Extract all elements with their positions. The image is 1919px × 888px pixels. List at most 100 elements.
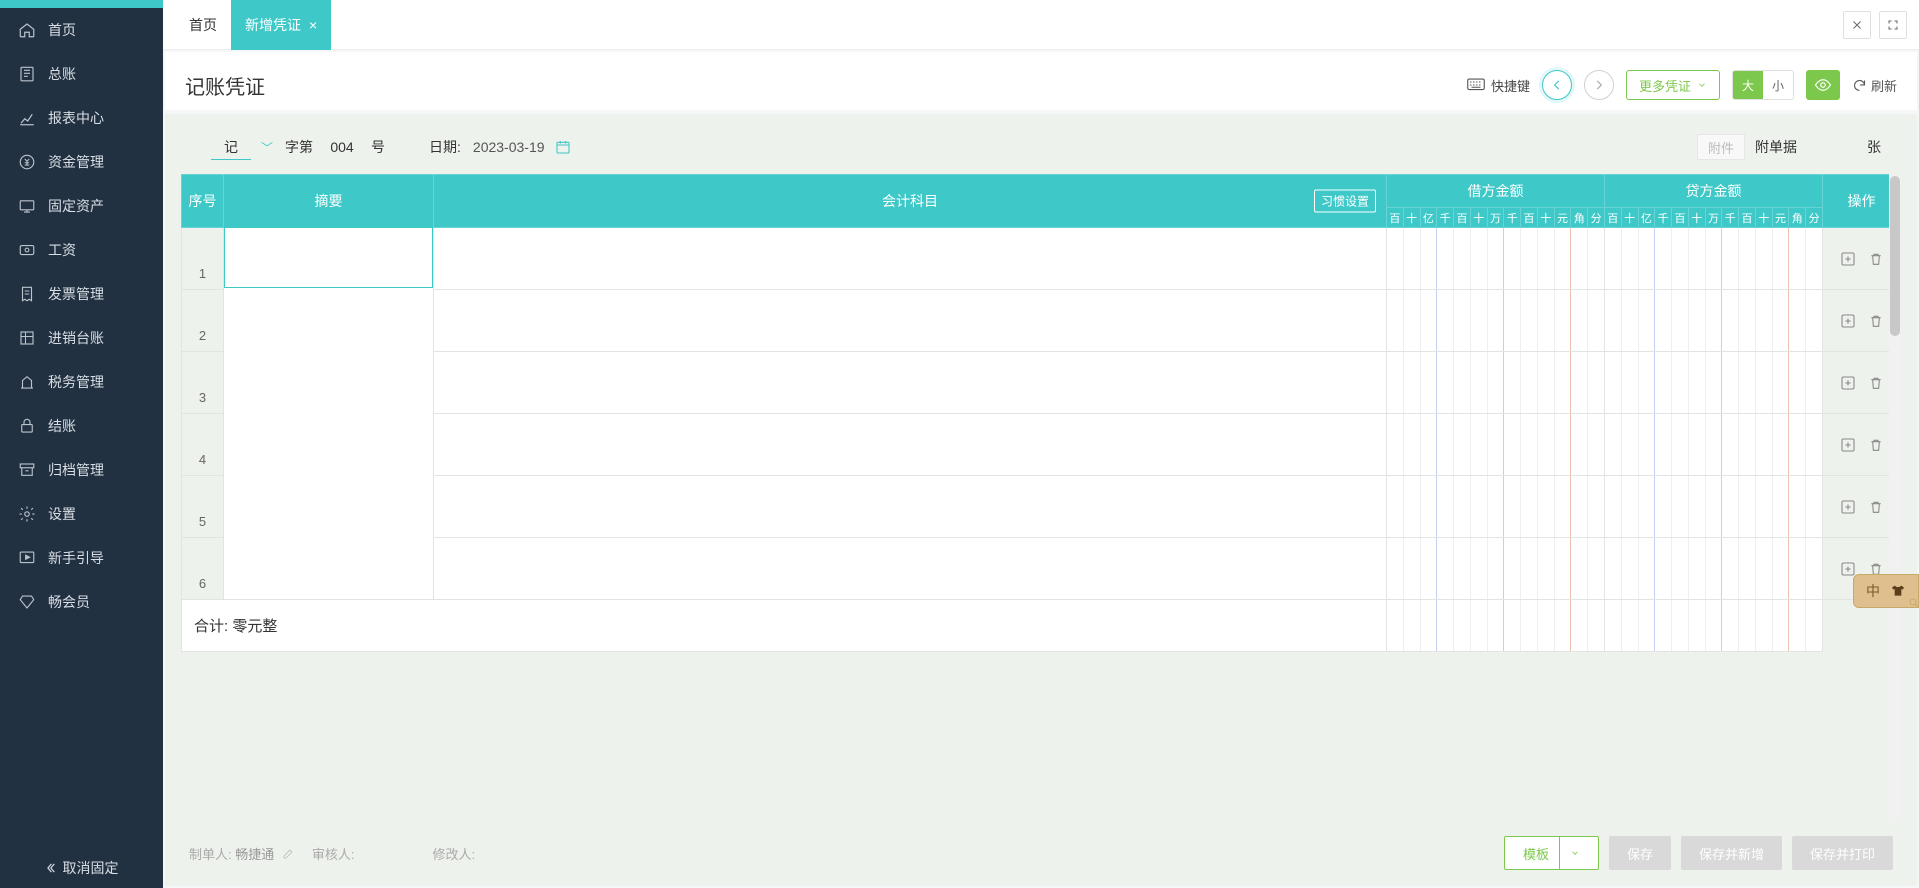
sidebar-item-vip[interactable]: 畅会员 [0, 580, 163, 624]
more-vouchers-button[interactable]: 更多凭证 [1626, 70, 1720, 100]
collapse-icon [45, 861, 59, 875]
credit-cell[interactable] [1605, 476, 1823, 538]
archive-icon [18, 461, 36, 479]
save-button[interactable]: 保存 [1609, 836, 1671, 870]
table-row: 4 [182, 414, 1901, 476]
sidebar-unpin[interactable]: 取消固定 [0, 848, 163, 888]
date-value[interactable]: 2023-03-19 [469, 137, 549, 157]
subject-cell[interactable] [434, 352, 1387, 414]
add-row-icon[interactable] [1840, 561, 1856, 577]
sidebar-item-label: 结账 [48, 416, 76, 436]
credit-digits: 百十亿千百十万千百十元角分 [1605, 208, 1823, 228]
add-row-icon[interactable] [1840, 251, 1856, 267]
summary-input[interactable] [224, 227, 433, 288]
date-label: 日期: [429, 137, 461, 157]
hotkey-button[interactable]: 快捷键 [1467, 76, 1530, 95]
gear-icon [18, 505, 36, 523]
edit-icon[interactable] [282, 848, 294, 860]
close-icon[interactable]: × [309, 0, 317, 50]
delete-row-icon[interactable] [1868, 499, 1884, 515]
habit-settings-button[interactable]: 习惯设置 [1314, 190, 1376, 213]
delete-row-icon[interactable] [1868, 251, 1884, 267]
subject-cell[interactable] [434, 290, 1387, 352]
assets-icon [18, 197, 36, 215]
tab-home[interactable]: 首页 [175, 0, 231, 50]
eye-icon [1814, 76, 1832, 94]
summary-input[interactable] [224, 351, 433, 412]
template-button[interactable]: 模板 [1504, 836, 1599, 870]
sidebar-item-assets[interactable]: 固定资产 [0, 184, 163, 228]
x-icon [1851, 19, 1863, 31]
sidebar-item-salary[interactable]: 工资 [0, 228, 163, 272]
ime-indicator[interactable]: 中 [1853, 574, 1919, 608]
add-row-icon[interactable] [1840, 499, 1856, 515]
tab-new-voucher[interactable]: 新增凭证 × [231, 0, 331, 50]
delete-row-icon[interactable] [1868, 375, 1884, 391]
calendar-icon[interactable] [555, 139, 571, 155]
sidebar-item-invoice[interactable]: 发票管理 [0, 272, 163, 316]
sidebar-item-label: 畅会员 [48, 592, 90, 612]
sidebar-item-closing[interactable]: 结账 [0, 404, 163, 448]
credit-cell[interactable] [1605, 352, 1823, 414]
scrollbar[interactable] [1889, 174, 1901, 822]
save-new-button[interactable]: 保存并新增 [1681, 836, 1782, 870]
invoice-icon [18, 285, 36, 303]
delete-row-icon[interactable] [1868, 437, 1884, 453]
sidebar-item-ledger[interactable]: 总账 [0, 52, 163, 96]
summary-input[interactable] [224, 289, 433, 350]
ledger-icon [18, 65, 36, 83]
salary-icon [18, 241, 36, 259]
add-row-icon[interactable] [1840, 313, 1856, 329]
subject-cell[interactable] [434, 414, 1387, 476]
credit-cell[interactable] [1605, 290, 1823, 352]
subject-cell[interactable] [434, 228, 1387, 290]
credit-cell[interactable] [1605, 414, 1823, 476]
preview-button[interactable] [1806, 70, 1840, 100]
delete-row-icon[interactable] [1868, 313, 1884, 329]
subject-cell[interactable] [434, 538, 1387, 600]
sidebar-item-report[interactable]: 报表中心 [0, 96, 163, 140]
fullscreen-button[interactable] [1879, 11, 1907, 39]
debit-cell[interactable] [1387, 290, 1605, 352]
debit-cell[interactable] [1387, 538, 1605, 600]
prev-voucher-button[interactable] [1542, 70, 1572, 100]
debit-cell[interactable] [1387, 228, 1605, 290]
voucher-number-input[interactable] [321, 134, 363, 160]
debit-cell[interactable] [1387, 476, 1605, 538]
sidebar-item-funds[interactable]: 资金管理 [0, 140, 163, 184]
add-row-icon[interactable] [1840, 437, 1856, 453]
debit-cell[interactable] [1387, 352, 1605, 414]
home-icon [18, 21, 36, 39]
sidebar-item-label: 固定资产 [48, 196, 104, 216]
size-small[interactable]: 小 [1763, 71, 1793, 99]
summary-input[interactable] [224, 475, 433, 536]
size-large[interactable]: 大 [1733, 71, 1763, 99]
sidebar-item-archive[interactable]: 归档管理 [0, 448, 163, 492]
ime-mode: 中 [1866, 581, 1880, 601]
sidebar-item-inventory[interactable]: 进销台账 [0, 316, 163, 360]
subject-cell[interactable] [434, 476, 1387, 538]
save-print-button[interactable]: 保存并打印 [1792, 836, 1893, 870]
arrow-right-icon [1592, 78, 1606, 92]
sidebar-item-label: 税务管理 [48, 372, 104, 392]
summary-input[interactable] [224, 537, 433, 598]
sidebar-item-label: 总账 [48, 64, 76, 84]
credit-cell[interactable] [1605, 538, 1823, 600]
voucher-type-input[interactable] [211, 134, 251, 160]
summary-input[interactable] [224, 413, 433, 474]
sidebar-item-guide[interactable]: 新手引导 [0, 536, 163, 580]
sidebar-item-label: 资金管理 [48, 152, 104, 172]
attachment-button[interactable]: 附件 [1697, 134, 1745, 160]
tab-close-all-button[interactable] [1843, 11, 1871, 39]
chevron-down-icon[interactable]: ﹀ [261, 139, 273, 156]
debit-cell[interactable] [1387, 414, 1605, 476]
sidebar-item-home[interactable]: 首页 [0, 8, 163, 52]
sidebar-item-settings[interactable]: 设置 [0, 492, 163, 536]
sidebar-item-tax[interactable]: 税务管理 [0, 360, 163, 404]
refresh-button[interactable]: 刷新 [1852, 76, 1897, 95]
next-voucher-button[interactable] [1584, 70, 1614, 100]
attach-count-input[interactable] [1807, 135, 1857, 159]
credit-cell[interactable] [1605, 228, 1823, 290]
add-row-icon[interactable] [1840, 375, 1856, 391]
total-cell: 合计: 零元整 [182, 600, 1387, 652]
